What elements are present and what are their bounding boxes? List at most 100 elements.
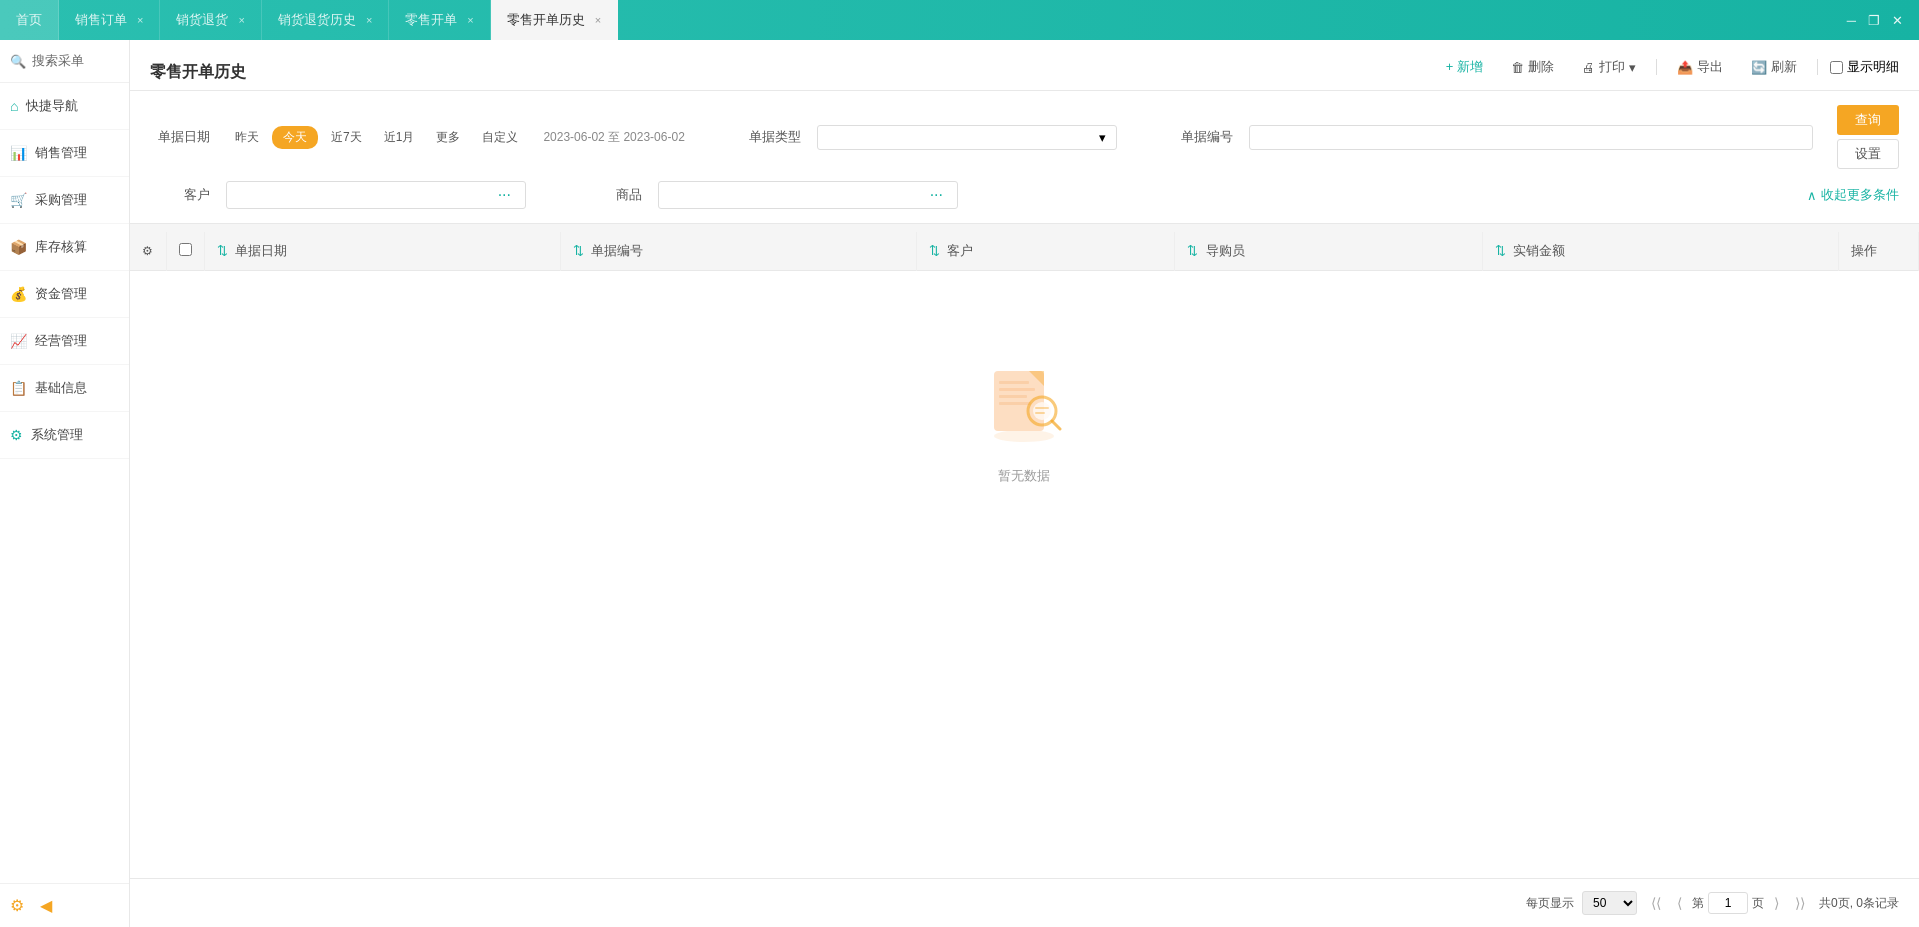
col-actions-label: 操作 <box>1851 243 1877 258</box>
toolbar-divider2 <box>1817 59 1818 75</box>
col-salesperson[interactable]: ⇅ 导购员 <box>1175 232 1482 271</box>
sidebar-item-inventory[interactable]: 📦 库存核算 <box>0 224 129 271</box>
management-icon: 📈 <box>10 333 27 349</box>
date-btn-today[interactable]: 今天 <box>272 126 318 149</box>
main-layout: 🔍 搜索采单 ⌂ 快捷导航 📊 销售管理 🛒 采购管理 📦 库存核算 💰 资金管… <box>0 40 1919 927</box>
sidebar-item-purchase[interactable]: 🛒 采购管理 <box>0 177 129 224</box>
date-btn-yesterday[interactable]: 昨天 <box>226 126 268 149</box>
select-all-checkbox[interactable] <box>179 243 192 256</box>
date-btn-1month[interactable]: 近1月 <box>375 126 424 149</box>
date-btn-7days[interactable]: 近7天 <box>322 126 371 149</box>
empty-state-row: 暂无数据 <box>130 271 1919 566</box>
svg-rect-1 <box>994 371 1044 431</box>
prev-page-btn[interactable]: ⟨ <box>1671 893 1688 913</box>
collapse-icon: ∧ <box>1807 188 1817 203</box>
tab-sales-order[interactable]: 销售订单 × <box>59 0 160 40</box>
number-filter-label: 单据编号 <box>1173 128 1233 146</box>
add-button[interactable]: + 新增 <box>1438 54 1491 80</box>
tab-return[interactable]: 销货退货 × <box>160 0 261 40</box>
last-page-btn[interactable]: ⟩⟩ <box>1789 893 1811 913</box>
sidebar-item-basic-info[interactable]: 📋 基础信息 <box>0 365 129 412</box>
table-area: ⚙ ⇅ 单据日期 ⇅ 单据编号 ⇅ 客户 <box>130 232 1919 878</box>
sidebar-item-quick-nav[interactable]: ⌂ 快捷导航 <box>0 83 129 130</box>
tab-sales-order-label: 销售订单 <box>75 11 127 29</box>
sidebar-bottom: ⚙ ◀ <box>0 883 129 927</box>
first-page-btn[interactable]: ⟨⟨ <box>1645 893 1667 913</box>
date-options: 昨天 今天 近7天 近1月 更多 自定义 <box>226 126 527 149</box>
goods-dots-btn[interactable]: ··· <box>926 186 947 204</box>
print-button[interactable]: 🖨 打印 ▾ <box>1574 54 1644 80</box>
basic-info-icon: 📋 <box>10 380 27 396</box>
type-select[interactable]: ▾ <box>817 125 1117 150</box>
collapse-label: 收起更多条件 <box>1821 186 1899 204</box>
tab-sales-order-close[interactable]: × <box>137 14 143 26</box>
minimize-btn[interactable]: ─ <box>1847 13 1856 28</box>
refresh-button[interactable]: 🔄 刷新 <box>1743 54 1805 80</box>
date-range-display: 2023-06-02 至 2023-06-02 <box>543 129 684 146</box>
tab-return-history-close[interactable]: × <box>366 14 372 26</box>
settings-button[interactable]: 设置 <box>1837 139 1899 169</box>
table-header: ⚙ ⇅ 单据日期 ⇅ 单据编号 ⇅ 客户 <box>130 232 1919 271</box>
customer-filter-label: 客户 <box>150 186 210 204</box>
collapse-sidebar-icon[interactable]: ◀ <box>40 896 52 915</box>
display-detail-toggle[interactable]: 显示明细 <box>1830 58 1899 76</box>
collapse-button[interactable]: ∧ 收起更多条件 <box>1807 186 1899 204</box>
date-btn-more[interactable]: 更多 <box>427 126 469 149</box>
per-page-select[interactable]: 50 100 200 <box>1582 891 1637 915</box>
col-checkbox[interactable] <box>166 232 204 271</box>
tab-retail[interactable]: 零售开单 × <box>389 0 490 40</box>
tab-retail-history[interactable]: 零售开单历史 × <box>491 0 618 40</box>
top-bar: 首页 销售订单 × 销货退货 × 销货退货历史 × 零售开单 × 零售开单历史 … <box>0 0 1919 40</box>
delete-button[interactable]: 🗑 删除 <box>1503 54 1562 80</box>
col-date[interactable]: ⇅ 单据日期 <box>204 232 560 271</box>
sidebar-item-management[interactable]: 📈 经营管理 <box>0 318 129 365</box>
number-input[interactable] <box>1260 130 1802 145</box>
customer-input[interactable] <box>237 188 494 203</box>
goods-input-wrapper: ··· <box>658 181 958 209</box>
pagination-nav: ⟨⟨ ⟨ 第 页 ⟩ ⟩⟩ <box>1645 892 1811 914</box>
sidebar-item-finance[interactable]: 💰 资金管理 <box>0 271 129 318</box>
query-button[interactable]: 查询 <box>1837 105 1899 135</box>
home-icon: ⌂ <box>10 98 18 114</box>
settings-bottom-icon[interactable]: ⚙ <box>10 896 24 915</box>
col-number[interactable]: ⇅ 单据编号 <box>560 232 916 271</box>
tab-retail-history-close[interactable]: × <box>595 14 601 26</box>
col-number-label: 单据编号 <box>591 243 643 258</box>
pagination: 每页显示 50 100 200 ⟨⟨ ⟨ 第 页 ⟩ ⟩⟩ 共0页, 0条记录 <box>130 878 1919 927</box>
sidebar-search[interactable]: 🔍 搜索采单 <box>0 40 129 83</box>
salesperson-sort-icon: ⇅ <box>1187 243 1198 258</box>
display-detail-checkbox[interactable] <box>1830 61 1843 74</box>
next-page-btn[interactable]: ⟩ <box>1768 893 1785 913</box>
tab-home[interactable]: 首页 <box>0 0 59 40</box>
filter-row-2: 客户 ··· 商品 ··· ∧ 收起更多条件 <box>150 181 1899 209</box>
per-page-label: 每页显示 <box>1526 895 1574 912</box>
tab-return-history[interactable]: 销货退货历史 × <box>262 0 389 40</box>
col-settings[interactable]: ⚙ <box>130 232 166 271</box>
delete-button-label: 删除 <box>1528 58 1554 76</box>
tab-retail-close[interactable]: × <box>467 14 473 26</box>
col-customer[interactable]: ⇅ 客户 <box>916 232 1175 271</box>
page-input[interactable] <box>1708 892 1748 914</box>
add-button-label: + 新增 <box>1446 58 1483 76</box>
sidebar-item-sales-label: 销售管理 <box>35 144 87 162</box>
svg-point-8 <box>1033 402 1051 420</box>
tab-return-close[interactable]: × <box>238 14 244 26</box>
restore-btn[interactable]: ❐ <box>1868 13 1880 28</box>
customer-dots-btn[interactable]: ··· <box>494 186 515 204</box>
col-salesperson-label: 导购员 <box>1206 243 1245 258</box>
window-controls: ─ ❐ ✕ <box>1831 13 1919 28</box>
date-btn-custom[interactable]: 自定义 <box>473 126 527 149</box>
empty-state-cell: 暂无数据 <box>130 271 1919 566</box>
col-amount-label: 实销金额 <box>1513 243 1565 258</box>
col-amount[interactable]: ⇅ 实销金额 <box>1482 232 1838 271</box>
close-btn[interactable]: ✕ <box>1892 13 1903 28</box>
sidebar-search-label: 搜索采单 <box>32 52 84 70</box>
svg-point-0 <box>994 430 1054 442</box>
export-button[interactable]: 📤 导出 <box>1669 54 1731 80</box>
sidebar-item-system[interactable]: ⚙ 系统管理 <box>0 412 129 459</box>
tab-return-history-label: 销货退货历史 <box>278 11 356 29</box>
sidebar-item-sales[interactable]: 📊 销售管理 <box>0 130 129 177</box>
sidebar-item-inventory-label: 库存核算 <box>35 238 87 256</box>
sidebar-item-quick-nav-label: 快捷导航 <box>26 97 78 115</box>
goods-input[interactable] <box>669 188 926 203</box>
